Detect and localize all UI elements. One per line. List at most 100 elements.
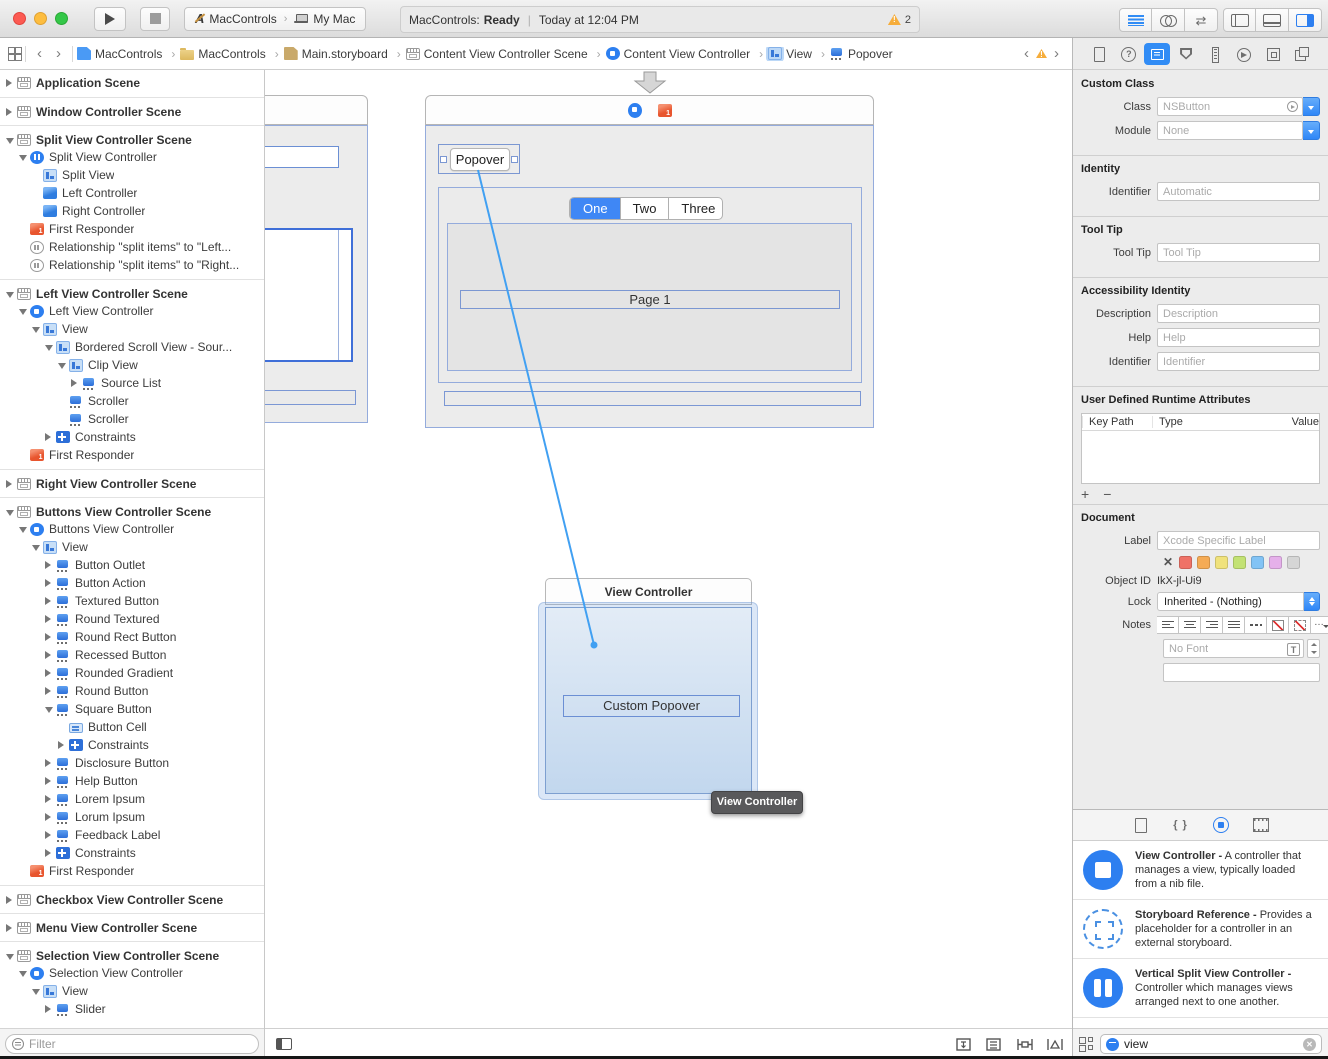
previous-issue-button[interactable]: ‹ xyxy=(1017,46,1036,61)
left-vc-header[interactable] xyxy=(265,95,368,125)
left-vc-view[interactable] xyxy=(265,125,368,423)
left-vc-text-field[interactable] xyxy=(265,146,339,168)
outline-row[interactable]: Round Button xyxy=(0,682,264,700)
disclosure-triangle[interactable] xyxy=(6,924,17,932)
add-constraints-button[interactable] xyxy=(1016,1037,1034,1052)
disclosure-triangle[interactable] xyxy=(45,777,56,785)
disclosure-triangle[interactable] xyxy=(58,361,69,369)
inspector-tab[interactable] xyxy=(1115,43,1141,65)
disclosure-triangle[interactable] xyxy=(45,561,56,569)
disclosure-triangle[interactable] xyxy=(32,543,43,551)
outline-row[interactable]: Split View Controller xyxy=(0,148,264,166)
breadcrumb-item[interactable]: Popover xyxy=(830,47,893,61)
outline-row[interactable]: Scroller xyxy=(0,410,264,428)
library-item[interactable]: Storyboard Reference - Provides a placeh… xyxy=(1073,900,1328,959)
disclosure-triangle[interactable] xyxy=(45,849,56,857)
outline-row[interactable]: Checkbox View Controller Scene xyxy=(0,885,264,908)
disclosure-triangle[interactable] xyxy=(6,136,17,144)
notes-format-button[interactable] xyxy=(1179,616,1201,634)
color-swatch[interactable] xyxy=(1179,556,1192,569)
table-empty-body[interactable] xyxy=(1082,431,1319,483)
outline-row[interactable]: Application Scene xyxy=(0,74,264,92)
outline-row[interactable]: Relationship "split items" to "Right... xyxy=(0,256,264,274)
accessibility-row-field[interactable]: Help xyxy=(1157,328,1320,347)
outline-row[interactable]: Left View Controller Scene xyxy=(0,279,264,302)
library-tab[interactable] xyxy=(1252,816,1270,834)
notes-text-field[interactable] xyxy=(1163,663,1320,682)
inspector-tab[interactable] xyxy=(1173,43,1199,65)
no-color-button[interactable]: ✕ xyxy=(1163,555,1173,569)
add-attribute-button[interactable]: + xyxy=(1081,486,1089,502)
color-swatch[interactable] xyxy=(1269,556,1282,569)
disclosure-triangle[interactable] xyxy=(6,290,17,298)
disclosure-triangle[interactable] xyxy=(32,325,43,333)
color-swatch[interactable] xyxy=(1251,556,1264,569)
outline-row[interactable]: View xyxy=(0,538,264,556)
disclosure-triangle[interactable] xyxy=(45,795,56,803)
breadcrumb-item[interactable]: Content View Controller Scene xyxy=(406,47,606,61)
content-vc-header[interactable] xyxy=(425,95,874,125)
standard-editor-button[interactable] xyxy=(1119,8,1152,32)
disclosure-triangle[interactable] xyxy=(19,307,30,315)
disclosure-triangle[interactable] xyxy=(6,896,17,904)
breadcrumb-item[interactable]: MacControls xyxy=(77,47,180,61)
library-search-input[interactable]: view xyxy=(1100,1034,1322,1054)
disclosure-triangle[interactable] xyxy=(6,508,17,516)
outline-row[interactable]: Textured Button xyxy=(0,592,264,610)
assistant-editor-button[interactable] xyxy=(1152,8,1185,32)
outline-row[interactable]: Help Button xyxy=(0,772,264,790)
module-dropdown-button[interactable] xyxy=(1303,121,1320,140)
outline-row[interactable]: Disclosure Button xyxy=(0,754,264,772)
run-button[interactable] xyxy=(94,7,126,31)
outline-row[interactable]: Bordered Scroll View - Sour... xyxy=(0,338,264,356)
related-items-icon[interactable] xyxy=(8,47,21,60)
color-swatch[interactable] xyxy=(1215,556,1228,569)
outline-row[interactable]: First Responder xyxy=(0,220,264,238)
popover-button-selection[interactable]: Popover xyxy=(438,144,520,174)
color-swatch[interactable] xyxy=(1233,556,1246,569)
jump-to-class-icon[interactable] xyxy=(1287,101,1298,112)
disclosure-triangle[interactable] xyxy=(58,741,69,749)
outline-row[interactable]: Round Rect Button xyxy=(0,628,264,646)
disclosure-triangle[interactable] xyxy=(45,1005,56,1013)
outline-row[interactable]: Recessed Button xyxy=(0,646,264,664)
identifier-field[interactable]: Automatic xyxy=(1157,182,1320,201)
module-field[interactable]: None xyxy=(1157,121,1303,140)
inspector-tab[interactable] xyxy=(1144,43,1170,65)
storyboard-canvas[interactable]: Popover One Two Three Page 1 View Contro… xyxy=(265,70,1072,1059)
close-window-button[interactable] xyxy=(13,12,26,25)
class-field[interactable]: NSButton xyxy=(1157,97,1303,116)
outline-row[interactable]: Split View Controller Scene xyxy=(0,125,264,148)
back-button[interactable]: ‹ xyxy=(30,46,49,61)
dest-vc-view[interactable]: Custom Popover xyxy=(545,607,752,794)
library-tab[interactable]: { } xyxy=(1172,816,1190,834)
toggle-outline-button[interactable] xyxy=(276,1038,292,1050)
outline-row[interactable]: View xyxy=(0,982,264,1000)
notes-format-button[interactable] xyxy=(1289,616,1311,634)
runtime-attributes-table[interactable]: Key PathTypeValue xyxy=(1081,413,1320,484)
left-vc-bottom-field[interactable] xyxy=(265,390,356,405)
resolve-autolayout-button[interactable] xyxy=(1046,1037,1064,1052)
disclosure-triangle[interactable] xyxy=(6,952,17,960)
inspector-tab[interactable] xyxy=(1231,43,1257,65)
outline-row[interactable]: Split View xyxy=(0,166,264,184)
outline-row[interactable]: Buttons View Controller Scene xyxy=(0,497,264,520)
library-item[interactable]: Vertical Split View Controller - Control… xyxy=(1073,959,1328,1018)
disclosure-triangle[interactable] xyxy=(19,525,30,533)
outline-row[interactable]: Relationship "split items" to "Left... xyxy=(0,238,264,256)
outline-row[interactable]: View xyxy=(0,320,264,338)
disclosure-triangle[interactable] xyxy=(71,379,82,387)
disclosure-triangle[interactable] xyxy=(45,343,56,351)
left-vc-scroll-view[interactable] xyxy=(265,228,353,362)
disclosure-triangle[interactable] xyxy=(45,597,56,605)
breadcrumb-item[interactable]: Content View Controller xyxy=(606,47,769,61)
outline-row[interactable]: Square Button xyxy=(0,700,264,718)
popover-button[interactable]: Popover xyxy=(450,148,510,171)
scheme-selector[interactable]: A MacControls › My Mac xyxy=(184,7,366,31)
notes-format-button[interactable] xyxy=(1223,616,1245,634)
font-size-stepper[interactable] xyxy=(1307,639,1320,658)
outline-row[interactable]: First Responder xyxy=(0,862,264,880)
outline-row[interactable]: Feedback Label xyxy=(0,826,264,844)
outline-row[interactable]: Button Outlet xyxy=(0,556,264,574)
inspector-tab[interactable] xyxy=(1202,43,1228,65)
